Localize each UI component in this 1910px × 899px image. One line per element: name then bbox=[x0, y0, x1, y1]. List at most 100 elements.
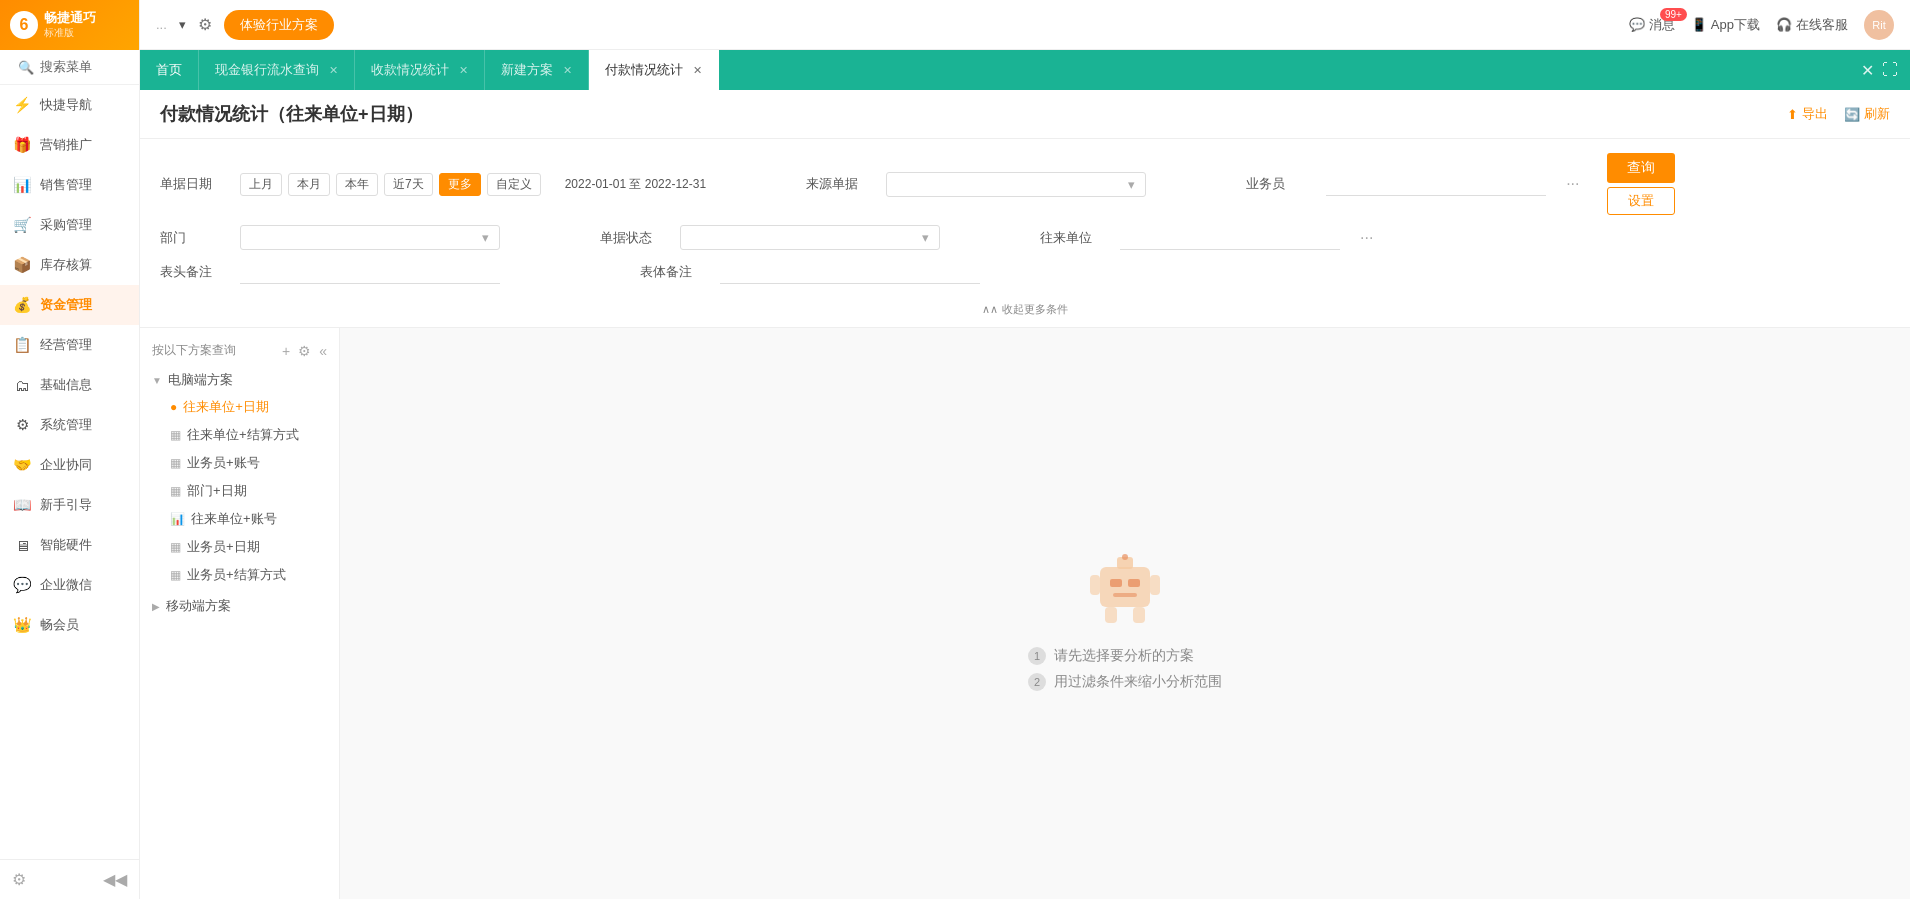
sidebar-item-basic[interactable]: 🗂 基础信息 bbox=[0, 365, 139, 405]
svg-rect-2 bbox=[1128, 579, 1140, 587]
svg-rect-8 bbox=[1105, 607, 1117, 623]
date-btn-this-month[interactable]: 本月 bbox=[288, 173, 330, 196]
marketing-icon: 🎁 bbox=[12, 135, 32, 155]
topbar-dropdown[interactable]: ▾ bbox=[179, 17, 186, 32]
hint-item-2: 2 用过滤条件来缩小分析范围 bbox=[1028, 673, 1222, 691]
scheme-item-counterpart-date[interactable]: ● 往来单位+日期 bbox=[140, 393, 339, 421]
empty-illustration bbox=[1075, 537, 1175, 637]
topbar-gear-icon[interactable]: ⚙ bbox=[198, 15, 212, 34]
svg-rect-6 bbox=[1090, 575, 1100, 595]
body-note-input[interactable] bbox=[720, 260, 980, 284]
topbar-right: 💬 消息 99+ 📱 App下载 🎧 在线客服 Rit bbox=[1629, 10, 1894, 40]
collapse-scheme-icon[interactable]: « bbox=[319, 343, 327, 359]
scheme-item-counterpart-settle[interactable]: ▦ 往来单位+结算方式 bbox=[140, 421, 339, 449]
svg-rect-7 bbox=[1150, 575, 1160, 595]
tab-cash-flow[interactable]: 现金银行流水查询 ✕ bbox=[199, 50, 355, 90]
export-button[interactable]: ⬆ 导出 bbox=[1787, 105, 1828, 123]
tabs-expand-icon[interactable]: ⛶ bbox=[1882, 61, 1898, 79]
tab-home[interactable]: 首页 bbox=[140, 50, 199, 90]
sidebar-item-newbie[interactable]: 📖 新手引导 bbox=[0, 485, 139, 525]
service-icon: 🎧 bbox=[1776, 17, 1792, 32]
query-button[interactable]: 查询 bbox=[1607, 153, 1675, 183]
dept-select[interactable]: ▾ bbox=[240, 225, 500, 250]
tab-receipt-stat[interactable]: 收款情况统计 ✕ bbox=[355, 50, 485, 90]
source-doc-select[interactable]: ▾ bbox=[886, 172, 1146, 197]
hardware-icon: 🖥 bbox=[12, 535, 32, 555]
date-btn-last-month[interactable]: 上月 bbox=[240, 173, 282, 196]
date-btn-custom[interactable]: 自定义 bbox=[487, 173, 541, 196]
sidebar-item-sales[interactable]: 📊 销售管理 bbox=[0, 165, 139, 205]
sidebar-item-hardware[interactable]: 🖥 智能硬件 bbox=[0, 525, 139, 565]
setting-button[interactable]: 设置 bbox=[1607, 187, 1675, 215]
scheme-sidebar: 按以下方案查询 + ⚙ « ▼ 电脑端方案 ● 往来单位+日期 bbox=[140, 328, 340, 899]
counterpart-dots[interactable]: ··· bbox=[1360, 229, 1373, 247]
collapse-sidebar-icon[interactable]: ◀◀ bbox=[103, 870, 127, 889]
date-btn-more[interactable]: 更多 bbox=[439, 173, 481, 196]
scheme-item-salesperson-account[interactable]: ▦ 业务员+账号 bbox=[140, 449, 339, 477]
scheme-group-desktop: ▼ 电脑端方案 ● 往来单位+日期 ▦ 往来单位+结算方式 ▦ 业务员+账号 bbox=[140, 367, 339, 589]
scheme-header-icons: + ⚙ « bbox=[282, 343, 327, 359]
scheme-group-mobile-title[interactable]: ▶ 移动端方案 bbox=[140, 593, 339, 619]
counterpart-settle-icon: ▦ bbox=[170, 428, 181, 442]
sidebar-item-system[interactable]: ⚙ 系统管理 bbox=[0, 405, 139, 445]
logo-text: 畅捷通巧 标准版 bbox=[44, 10, 96, 40]
counterpart-label: 往来单位 bbox=[1040, 229, 1100, 247]
sidebar-item-wechat[interactable]: 💬 企业微信 bbox=[0, 565, 139, 605]
sidebar-item-purchase[interactable]: 🛒 采购管理 bbox=[0, 205, 139, 245]
data-area: 1 请先选择要分析的方案 2 用过滤条件来缩小分析范围 bbox=[340, 328, 1910, 899]
search-menu[interactable]: 🔍 搜索菜单 bbox=[0, 50, 139, 85]
tab-close-payment-stat[interactable]: ✕ bbox=[693, 64, 702, 77]
doc-status-select[interactable]: ▾ bbox=[680, 225, 940, 250]
scheme-group-desktop-title[interactable]: ▼ 电脑端方案 bbox=[140, 367, 339, 393]
counterpart-input[interactable] bbox=[1120, 226, 1340, 250]
header-note-label: 表头备注 bbox=[160, 263, 220, 281]
scheme-item-counterpart-account[interactable]: 📊 往来单位+账号 bbox=[140, 505, 339, 533]
app-icon: 📱 bbox=[1691, 17, 1707, 32]
date-btn-7days[interactable]: 近7天 bbox=[384, 173, 433, 196]
settings-gear-icon[interactable]: ⚙ bbox=[12, 870, 26, 889]
tab-close-new-scheme[interactable]: ✕ bbox=[563, 64, 572, 77]
add-scheme-icon[interactable]: + bbox=[282, 343, 290, 359]
sidebar-item-member[interactable]: 👑 畅会员 bbox=[0, 605, 139, 645]
sales-icon: 📊 bbox=[12, 175, 32, 195]
wechat-icon: 💬 bbox=[12, 575, 32, 595]
message-icon: 💬 bbox=[1629, 17, 1645, 32]
user-avatar[interactable]: Rit bbox=[1864, 10, 1894, 40]
scheme-item-dept-date[interactable]: ▦ 部门+日期 bbox=[140, 477, 339, 505]
sidebar-item-quick-nav[interactable]: ⚡ 快捷导航 bbox=[0, 85, 139, 125]
source-doc-dropdown-icon: ▾ bbox=[1128, 177, 1135, 192]
salesperson-input[interactable] bbox=[1326, 172, 1546, 196]
refresh-button[interactable]: 🔄 刷新 bbox=[1844, 105, 1890, 123]
topbar-app-download[interactable]: 📱 App下载 bbox=[1691, 16, 1760, 34]
trial-btn[interactable]: 体验行业方案 bbox=[224, 10, 334, 40]
topbar-message[interactable]: 💬 消息 99+ bbox=[1629, 16, 1675, 34]
salesperson-dots[interactable]: ··· bbox=[1566, 175, 1579, 193]
tab-close-receipt-stat[interactable]: ✕ bbox=[459, 64, 468, 77]
svg-rect-3 bbox=[1113, 593, 1137, 597]
collapse-btn[interactable]: ∧∧ 收起更多条件 bbox=[160, 294, 1890, 321]
enterprise-icon: 🤝 bbox=[12, 455, 32, 475]
sidebar-item-enterprise[interactable]: 🤝 企业协同 bbox=[0, 445, 139, 485]
scheme-item-salesperson-settle[interactable]: ▦ 业务员+结算方式 bbox=[140, 561, 339, 589]
filter-panel: 单据日期 上月 本月 本年 近7天 更多 自定义 2022-01-01 至 20… bbox=[140, 139, 1910, 328]
sidebar-item-inventory[interactable]: 📦 库存核算 bbox=[0, 245, 139, 285]
tabs-close-all-icon[interactable]: ✕ bbox=[1861, 61, 1874, 80]
sidebar-item-finance[interactable]: 💰 资金管理 bbox=[0, 285, 139, 325]
dept-date-icon: ▦ bbox=[170, 484, 181, 498]
header-note-input[interactable] bbox=[240, 260, 500, 284]
tab-close-cash-flow[interactable]: ✕ bbox=[329, 64, 338, 77]
svg-rect-9 bbox=[1133, 607, 1145, 623]
scheme-item-salesperson-date[interactable]: ▦ 业务员+日期 bbox=[140, 533, 339, 561]
message-badge: 99+ bbox=[1660, 8, 1687, 21]
purchase-icon: 🛒 bbox=[12, 215, 32, 235]
sidebar-item-marketing[interactable]: 🎁 营销推广 bbox=[0, 125, 139, 165]
tab-new-scheme[interactable]: 新建方案 ✕ bbox=[485, 50, 589, 90]
system-icon: ⚙ bbox=[12, 415, 32, 435]
sidebar-item-operation[interactable]: 📋 经营管理 bbox=[0, 325, 139, 365]
tab-payment-stat[interactable]: 付款情况统计 ✕ bbox=[589, 50, 719, 90]
date-btn-this-year[interactable]: 本年 bbox=[336, 173, 378, 196]
date-options: 上月 本月 本年 近7天 更多 自定义 bbox=[240, 173, 541, 196]
topbar-online-service[interactable]: 🎧 在线客服 bbox=[1776, 16, 1848, 34]
scheme-setting-icon[interactable]: ⚙ bbox=[298, 343, 311, 359]
date-range-text: 2022-01-01 至 2022-12-31 bbox=[565, 176, 706, 193]
